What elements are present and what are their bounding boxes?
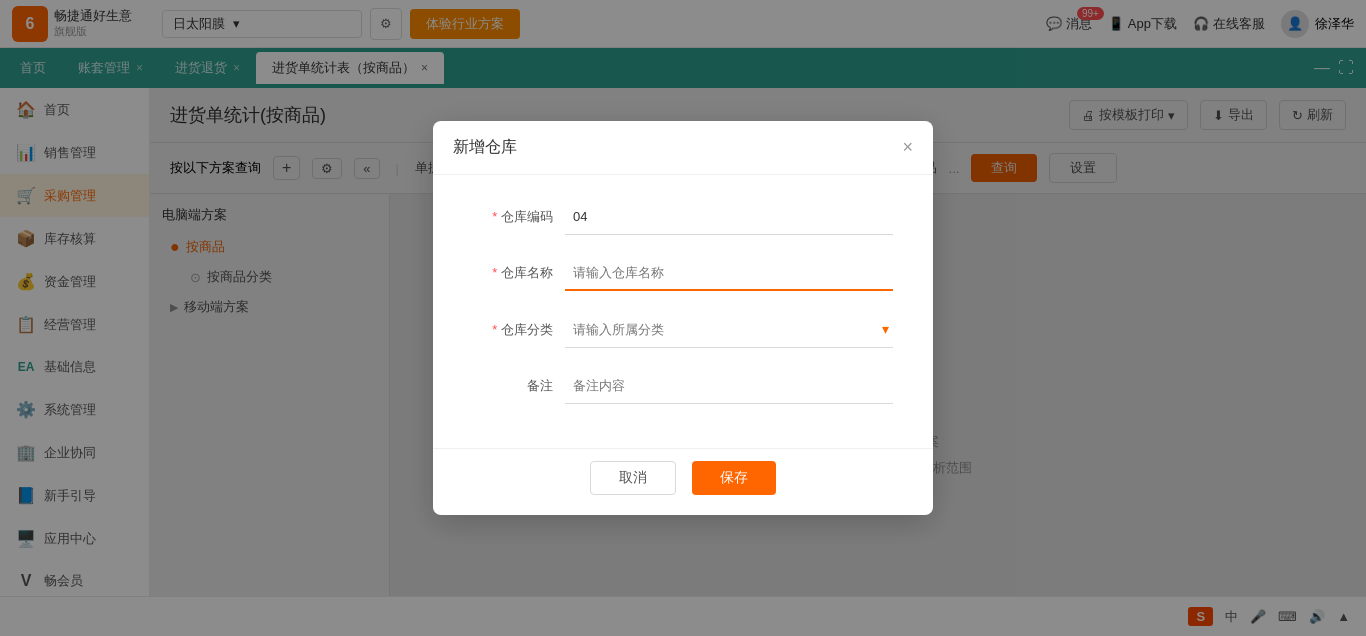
code-label: 仓库编码 [473,208,553,226]
warehouse-code-input[interactable] [565,199,893,235]
warehouse-category-input[interactable] [565,311,882,347]
modal-close-button[interactable]: × [902,137,913,158]
category-select-wrap: ▾ [565,311,893,348]
modal-header: 新增仓库 × [433,121,933,175]
category-dropdown-icon[interactable]: ▾ [882,321,889,337]
cancel-button[interactable]: 取消 [590,461,676,495]
note-label: 备注 [473,377,553,395]
modal-add-warehouse: 新增仓库 × 仓库编码 仓库名称 仓库分类 ▾ [433,121,933,515]
category-label: 仓库分类 [473,321,553,339]
modal-footer: 取消 保存 [433,448,933,515]
form-row-name: 仓库名称 [473,255,893,291]
modal-title: 新增仓库 [453,137,517,158]
warehouse-name-input[interactable] [565,255,893,291]
modal-body: 仓库编码 仓库名称 仓库分类 ▾ 备注 [433,175,933,448]
save-button[interactable]: 保存 [692,461,776,495]
form-row-note: 备注 [473,368,893,404]
form-row-category: 仓库分类 ▾ [473,311,893,348]
name-label: 仓库名称 [473,264,553,282]
modal-overlay: 新增仓库 × 仓库编码 仓库名称 仓库分类 ▾ [0,0,1366,636]
warehouse-note-input[interactable] [565,368,893,404]
form-row-code: 仓库编码 [473,199,893,235]
